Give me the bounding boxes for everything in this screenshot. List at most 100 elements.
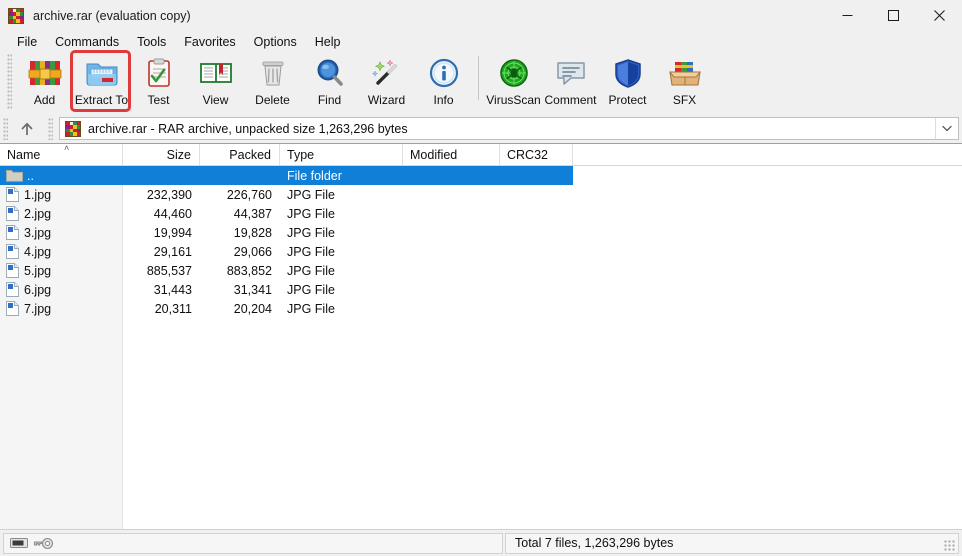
cell-type: JPG File bbox=[287, 263, 335, 278]
cell-name-text: .. bbox=[27, 168, 34, 183]
toolbar-label-info: Info bbox=[433, 93, 454, 107]
menu-item-commands[interactable]: Commands bbox=[46, 33, 128, 51]
table-row[interactable]: .. File folder bbox=[0, 166, 573, 185]
toolbar-button-virusscan[interactable]: VirusScan bbox=[485, 52, 542, 112]
cell-type: JPG File bbox=[287, 225, 335, 240]
delete-trash-icon bbox=[255, 56, 291, 90]
column-header-row: Name ˄ Size Packed Type Modified CRC32 bbox=[0, 144, 962, 166]
virusscan-bug-icon bbox=[496, 56, 532, 90]
maximize-button[interactable] bbox=[870, 0, 916, 31]
cell-packed: 29,066 bbox=[233, 244, 272, 259]
toolbar-grip[interactable] bbox=[7, 54, 12, 110]
toolbar-button-protect[interactable]: Protect bbox=[599, 52, 656, 112]
jpg-file-icon bbox=[6, 206, 19, 221]
address-dropdown-button[interactable] bbox=[935, 118, 958, 139]
status-bar-right-pane: Total 7 files, 1,263,296 bytes bbox=[505, 532, 959, 554]
toolbar-button-find[interactable]: Find bbox=[301, 52, 358, 112]
resize-grip[interactable] bbox=[944, 539, 956, 552]
cell-size: 31,443 bbox=[153, 282, 192, 297]
close-button[interactable] bbox=[916, 0, 962, 31]
jpg-file-icon bbox=[6, 187, 19, 202]
archive-path-field[interactable]: archive.rar - RAR archive, unpacked size… bbox=[59, 117, 959, 140]
column-header-name[interactable]: Name ˄ bbox=[0, 144, 123, 165]
toolbar-separator bbox=[478, 56, 479, 100]
toolbar-label-extract-to: Extract To bbox=[74, 93, 129, 107]
cell-type: JPG File bbox=[287, 282, 335, 297]
toolbar-button-extract-to[interactable]: Extract To bbox=[70, 50, 131, 112]
table-row[interactable]: 2.jpg 44,460 44,387 JPG File bbox=[0, 204, 962, 223]
toolbar-label-find: Find bbox=[317, 93, 342, 107]
toolbar-button-info[interactable]: Info bbox=[415, 52, 472, 112]
cell-packed: 19,828 bbox=[233, 225, 272, 240]
column-header-type[interactable]: Type bbox=[280, 144, 403, 165]
column-header-packed[interactable]: Packed bbox=[200, 144, 280, 165]
table-row[interactable]: 6.jpg 31,443 31,341 JPG File bbox=[0, 280, 962, 299]
cell-size: 29,161 bbox=[153, 244, 192, 259]
extract-folder-icon bbox=[84, 56, 120, 90]
cell-packed: 44,387 bbox=[233, 206, 272, 221]
minimize-button[interactable] bbox=[824, 0, 870, 31]
drive-icon[interactable] bbox=[10, 537, 28, 549]
toolbar-label-delete: Delete bbox=[255, 93, 290, 107]
cell-size: 44,460 bbox=[153, 206, 192, 221]
up-one-level-button[interactable] bbox=[10, 116, 44, 141]
toolbar-button-comment[interactable]: Comment bbox=[542, 52, 599, 112]
wizard-wand-icon bbox=[369, 56, 405, 90]
table-row[interactable]: 1.jpg 232,390 226,760 JPG File bbox=[0, 185, 962, 204]
toolbar-label-comment: Comment bbox=[544, 93, 597, 107]
address-bar: archive.rar - RAR archive, unpacked size… bbox=[0, 114, 962, 143]
up-arrow-icon bbox=[21, 122, 33, 135]
column-header-crc32[interactable]: CRC32 bbox=[500, 144, 573, 165]
cell-type: JPG File bbox=[287, 301, 335, 316]
menu-item-options[interactable]: Options bbox=[245, 33, 306, 51]
cell-type: File folder bbox=[287, 168, 342, 183]
cell-name: 3.jpg bbox=[0, 225, 123, 240]
menu-item-file[interactable]: File bbox=[8, 33, 46, 51]
cell-name-text: 7.jpg bbox=[24, 301, 52, 316]
table-row[interactable]: 3.jpg 19,994 19,828 JPG File bbox=[0, 223, 962, 242]
protect-shield-icon bbox=[610, 56, 646, 90]
toolbar-button-test[interactable]: Test bbox=[130, 52, 187, 112]
chevron-down-icon bbox=[942, 125, 952, 132]
cell-packed: 226,760 bbox=[226, 187, 272, 202]
cell-name-text: 3.jpg bbox=[24, 225, 52, 240]
menu-bar: File Commands Tools Favorites Options He… bbox=[0, 31, 962, 52]
jpg-file-icon bbox=[6, 263, 19, 278]
cell-packed: 31,341 bbox=[233, 282, 272, 297]
cell-packed: 883,852 bbox=[226, 263, 272, 278]
address-bar-grip[interactable] bbox=[3, 117, 8, 140]
sfx-box-icon bbox=[667, 56, 703, 90]
table-row[interactable]: 7.jpg 20,311 20,204 JPG File bbox=[0, 299, 962, 318]
toolbar-button-delete[interactable]: Delete bbox=[244, 52, 301, 112]
column-header-size[interactable]: Size bbox=[123, 144, 200, 165]
info-circle-icon bbox=[426, 56, 462, 90]
toolbar-button-sfx[interactable]: SFX bbox=[656, 52, 713, 112]
cell-name-text: 6.jpg bbox=[24, 282, 52, 297]
table-row[interactable]: 5.jpg 885,537 883,852 JPG File bbox=[0, 261, 962, 280]
menu-item-tools[interactable]: Tools bbox=[128, 33, 175, 51]
cell-name: 4.jpg bbox=[0, 244, 123, 259]
cell-name: .. bbox=[0, 169, 123, 183]
column-header-modified[interactable]: Modified bbox=[403, 144, 500, 165]
total-files-text: Total 7 files, 1,263,296 bytes bbox=[515, 536, 674, 550]
view-book-icon bbox=[198, 56, 234, 90]
toolbar-button-add[interactable]: Add bbox=[16, 52, 73, 112]
key-icon[interactable] bbox=[33, 537, 53, 550]
address-field-grip[interactable] bbox=[48, 117, 53, 140]
cell-name: 7.jpg bbox=[0, 301, 123, 316]
toolbar-button-wizard[interactable]: Wizard bbox=[358, 52, 415, 112]
cell-name: 5.jpg bbox=[0, 263, 123, 278]
winrar-window: archive.rar (evaluation copy) File Comma… bbox=[0, 0, 962, 556]
file-rows: .. File folder 1.jpg 232,390 226,760 JPG… bbox=[0, 166, 962, 318]
menu-item-help[interactable]: Help bbox=[306, 33, 350, 51]
file-list[interactable]: Name ˄ Size Packed Type Modified CRC32 .… bbox=[0, 143, 962, 529]
table-row[interactable]: 4.jpg 29,161 29,066 JPG File bbox=[0, 242, 962, 261]
toolbar-button-view[interactable]: View bbox=[187, 52, 244, 112]
cell-name-text: 4.jpg bbox=[24, 244, 52, 259]
sort-ascending-icon: ˄ bbox=[64, 143, 70, 153]
jpg-file-icon bbox=[6, 244, 19, 259]
status-bar-left-pane bbox=[3, 532, 503, 554]
cell-name: 1.jpg bbox=[0, 187, 123, 202]
toolbar-label-protect: Protect bbox=[608, 93, 647, 107]
menu-item-favorites[interactable]: Favorites bbox=[175, 33, 244, 51]
